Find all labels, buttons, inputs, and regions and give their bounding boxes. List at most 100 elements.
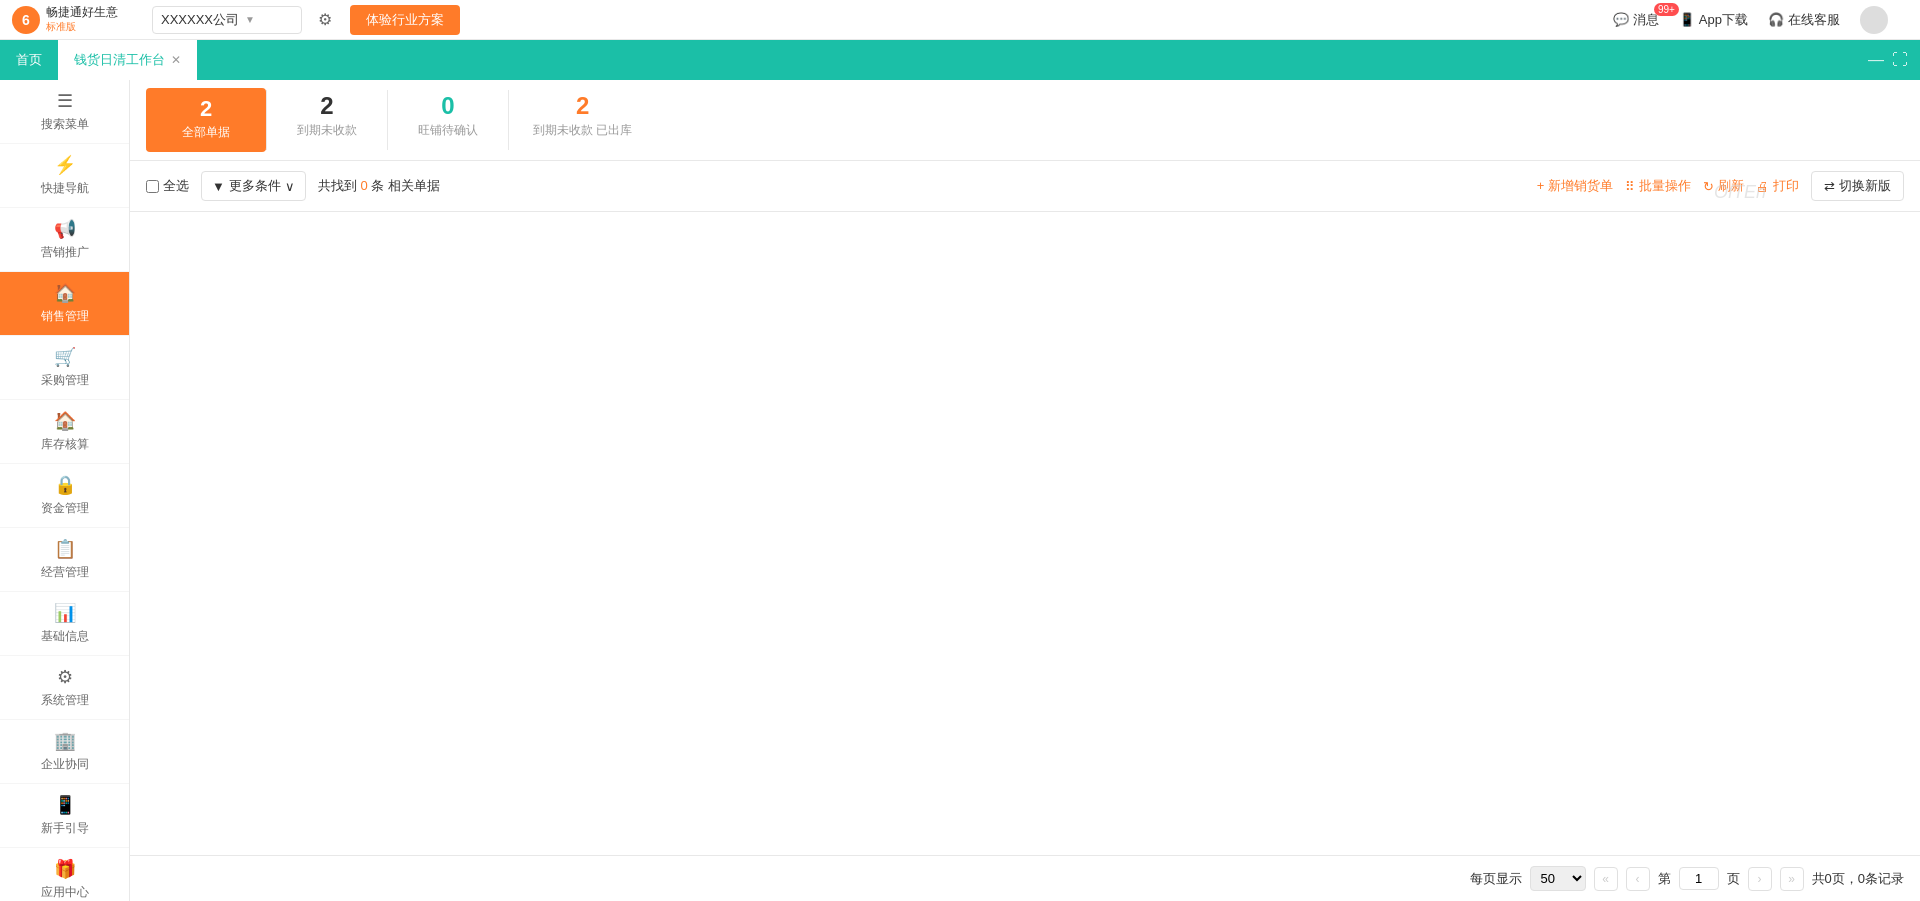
add-sales-order-button[interactable]: + 新增销货单 <box>1537 177 1613 195</box>
next-page-button[interactable]: › <box>1748 867 1772 891</box>
marketing-icon: 📢 <box>54 218 76 240</box>
logo-area: 6 畅捷通好生意 标准版 <box>12 5 142 35</box>
page-word: 页 <box>1727 870 1740 888</box>
content-area: 2 全部单据 2 到期未收款 0 旺铺待确认 2 到期未收款 已出库 <box>130 80 1920 901</box>
home-tab-label: 首页 <box>16 51 42 69</box>
operation-icon: 📋 <box>54 538 76 560</box>
sidebar-item-enterprise[interactable]: 🏢 企业协同 <box>0 720 129 784</box>
table-area <box>130 212 1920 855</box>
sidebar: ☰ 搜索菜单 ⚡ 快捷导航 📢 营销推广 🏠 销售管理 🛒 采购管理 🏠 库存核… <box>0 80 130 901</box>
company-selector[interactable]: XXXXXX公司 ▼ <box>152 6 302 34</box>
funds-icon: 🔒 <box>54 474 76 496</box>
sidebar-label-search: 搜索菜单 <box>41 116 89 133</box>
tab-bar-actions: — ⛶ <box>1868 40 1920 80</box>
sidebar-item-inventory[interactable]: 🏠 库存核算 <box>0 400 129 464</box>
settings-button[interactable]: ⚙ <box>310 5 340 35</box>
sidebar-item-quicknav[interactable]: ⚡ 快捷导航 <box>0 144 129 208</box>
sidebar-item-funds[interactable]: 🔒 资金管理 <box>0 464 129 528</box>
tab-workbench[interactable]: 钱货日清工作台 ✕ <box>58 40 197 80</box>
stat-overdue-label: 到期未收款 <box>297 122 357 139</box>
top-bar: 6 畅捷通好生意 标准版 XXXXXX公司 ▼ ⚙ 体验行业方案 💬 消息 99… <box>0 0 1920 40</box>
app-download-button[interactable]: 📱 App下载 <box>1679 11 1748 29</box>
stat-tab-all[interactable]: 2 全部单据 <box>146 88 266 152</box>
tab-bar: 首页 钱货日清工作台 ✕ — ⛶ <box>0 40 1920 80</box>
switch-label: 切换新版 <box>1839 177 1891 195</box>
sidebar-label-system: 系统管理 <box>41 692 89 709</box>
guide-icon: 📱 <box>54 794 76 816</box>
sidebar-label-funds: 资金管理 <box>41 500 89 517</box>
sidebar-label-marketing: 营销推广 <box>41 244 89 261</box>
page-size-select[interactable]: 50 100 200 <box>1530 866 1586 891</box>
sidebar-label-operation: 经营管理 <box>41 564 89 581</box>
page-input[interactable] <box>1679 867 1719 890</box>
tab-maximize-icon[interactable]: ⛶ <box>1892 51 1908 69</box>
sidebar-item-system[interactable]: ⚙ 系统管理 <box>0 656 129 720</box>
workbench-tab-label: 钱货日清工作台 <box>74 51 165 69</box>
app-label: App下载 <box>1699 11 1748 29</box>
inventory-icon: 🏠 <box>54 410 76 432</box>
sidebar-label-basic: 基础信息 <box>41 628 89 645</box>
empty-state <box>130 212 1920 855</box>
all-checkbox-input[interactable] <box>146 180 159 193</box>
sidebar-label-enterprise: 企业协同 <box>41 756 89 773</box>
purchase-icon: 🛒 <box>54 346 76 368</box>
basic-icon: 📊 <box>54 602 76 624</box>
page-word-pre: 第 <box>1658 870 1671 888</box>
sidebar-item-apps[interactable]: 🎁 应用中心 <box>0 848 129 901</box>
message-icon: 💬 <box>1613 12 1629 27</box>
sidebar-item-guide[interactable]: 📱 新手引导 <box>0 784 129 848</box>
tab-close-icon[interactable]: ✕ <box>171 53 181 67</box>
filter-button[interactable]: ▼ 更多条件 ∨ <box>201 171 306 201</box>
found-info: 共找到 0 条 相关单据 <box>318 177 440 195</box>
experience-btn[interactable]: 体验行业方案 <box>350 5 460 35</box>
sales-icon: 🏠 <box>54 282 76 304</box>
avatar[interactable] <box>1860 6 1888 34</box>
apps-icon: 🎁 <box>54 858 76 880</box>
logo-badge: 标准版 <box>46 20 118 34</box>
filter-label: 更多条件 <box>229 177 281 195</box>
sidebar-label-guide: 新手引导 <box>41 820 89 837</box>
sidebar-label-quicknav: 快捷导航 <box>41 180 89 197</box>
select-all-checkbox[interactable]: 全选 <box>146 177 189 195</box>
stat-tab-pending[interactable]: 0 旺铺待确认 <box>388 80 508 160</box>
prev-page-button[interactable]: ‹ <box>1626 867 1650 891</box>
sidebar-item-purchase[interactable]: 🛒 采购管理 <box>0 336 129 400</box>
first-page-button[interactable]: « <box>1594 867 1618 891</box>
sidebar-label-apps: 应用中心 <box>41 884 89 901</box>
batch-icon: ⠿ <box>1625 179 1635 194</box>
filter-chevron-icon: ∨ <box>285 179 295 194</box>
last-page-button[interactable]: » <box>1780 867 1804 891</box>
sidebar-label-inventory: 库存核算 <box>41 436 89 453</box>
sidebar-item-search[interactable]: ☰ 搜索菜单 <box>0 80 129 144</box>
page-size-label: 每页显示 <box>1470 870 1522 888</box>
sidebar-item-sales[interactable]: 🏠 销售管理 <box>0 272 129 336</box>
sidebar-item-basic[interactable]: 📊 基础信息 <box>0 592 129 656</box>
company-name: XXXXXX公司 <box>161 11 239 29</box>
stat-outstock-num: 2 <box>576 92 589 120</box>
message-button[interactable]: 💬 消息 99+ <box>1613 11 1659 29</box>
sidebar-item-operation[interactable]: 📋 经营管理 <box>0 528 129 592</box>
toolbar: 全选 ▼ 更多条件 ∨ 共找到 0 条 相关单据 + 新增销货单 ⠿ 批量操作 <box>130 161 1920 212</box>
enterprise-icon: 🏢 <box>54 730 76 752</box>
stat-overdue-num: 2 <box>320 92 333 120</box>
batch-operation-button[interactable]: ⠿ 批量操作 <box>1625 177 1691 195</box>
sidebar-label-purchase: 采购管理 <box>41 372 89 389</box>
stat-tab-outstock[interactable]: 2 到期未收款 已出库 <box>509 80 656 160</box>
print-label: 打印 <box>1773 177 1799 195</box>
sidebar-item-marketing[interactable]: 📢 营销推广 <box>0 208 129 272</box>
pagination: 每页显示 50 100 200 « ‹ 第 页 › » 共0页，0条记录 <box>130 855 1920 901</box>
tab-home[interactable]: 首页 <box>0 40 58 80</box>
main-layout: ☰ 搜索菜单 ⚡ 快捷导航 📢 营销推广 🏠 销售管理 🛒 采购管理 🏠 库存核… <box>0 80 1920 901</box>
tab-minimize-icon[interactable]: — <box>1868 51 1884 69</box>
switch-icon: ⇄ <box>1824 179 1835 194</box>
logo-text: 畅捷通好生意 <box>46 5 118 21</box>
stats-tabs: 2 全部单据 2 到期未收款 0 旺铺待确认 2 到期未收款 已出库 <box>130 80 1920 161</box>
add-icon: + 新增销货单 <box>1537 177 1613 195</box>
refresh-icon: ↻ <box>1703 179 1714 194</box>
app-icon: 📱 <box>1679 12 1695 27</box>
online-service-button[interactable]: 🎧 在线客服 <box>1768 11 1840 29</box>
switch-version-button[interactable]: ⇄ 切换新版 <box>1811 171 1904 201</box>
quicknav-icon: ⚡ <box>54 154 76 176</box>
message-badge: 99+ <box>1654 3 1679 16</box>
stat-tab-overdue[interactable]: 2 到期未收款 <box>267 80 387 160</box>
